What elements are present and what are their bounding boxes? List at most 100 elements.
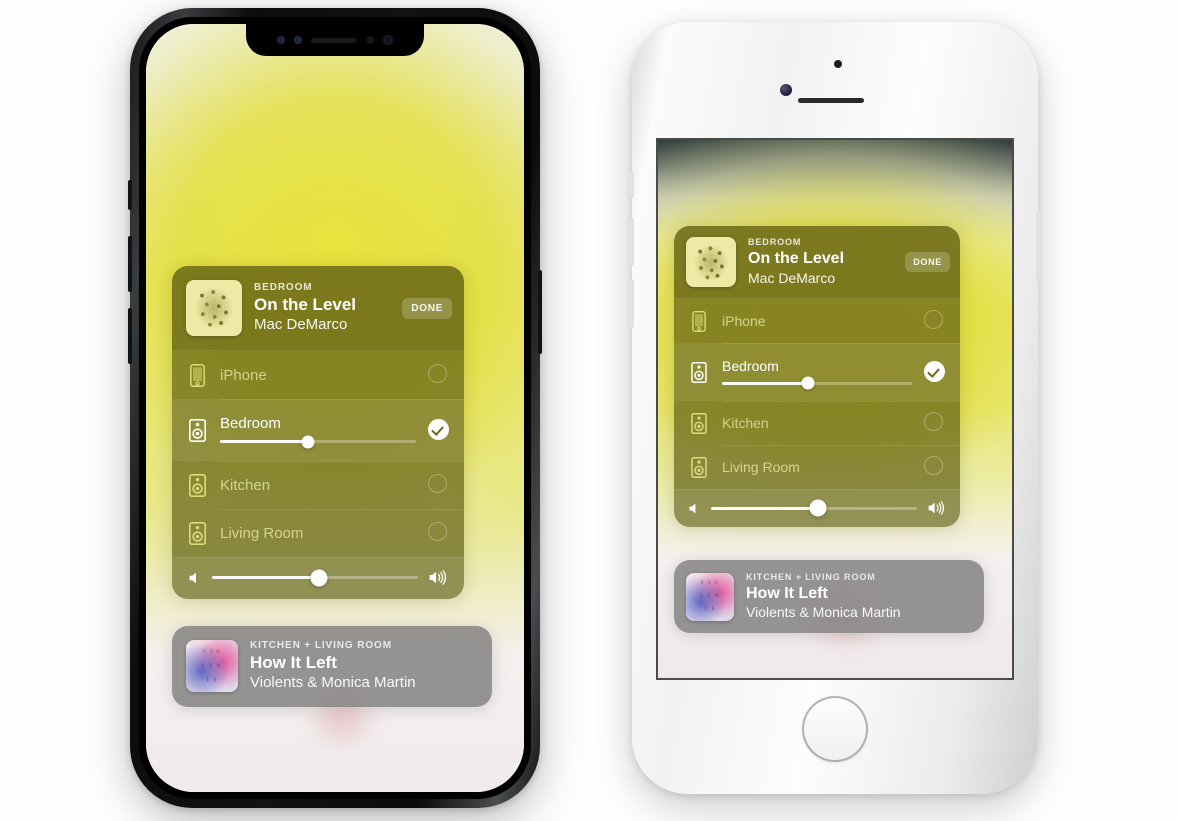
device-row-body: iPhone xyxy=(722,313,912,329)
device-name: Living Room xyxy=(220,524,304,542)
screenshot-canvas: BEDROOM On the Level Mac DeMarco DONE iP… xyxy=(0,0,1178,821)
bedroom-volume-slider[interactable] xyxy=(722,376,912,390)
now-playing-card-meta: KITCHEN + LIVING ROOM How It Left Violen… xyxy=(250,640,478,693)
volume-high-icon xyxy=(927,501,946,515)
volume-down-button[interactable] xyxy=(128,308,132,364)
airplay-header: BEDROOM On the Level Mac DeMarco DONE xyxy=(674,226,960,299)
album-art-line: L E N xyxy=(201,663,223,669)
track-artist: Mac DeMarco xyxy=(254,315,348,333)
mute-switch[interactable] xyxy=(630,172,634,198)
device-row-bedroom[interactable]: Bedroom xyxy=(674,343,960,401)
speaker-icon xyxy=(186,473,208,497)
iphone-8-top-bezel xyxy=(632,22,1038,140)
playing-room-label: BEDROOM xyxy=(254,281,313,293)
done-button[interactable]: DONE xyxy=(402,297,452,319)
speaker-icon xyxy=(688,361,710,383)
device-row-kitchen[interactable]: Kitchen xyxy=(172,461,464,509)
front-camera-icon xyxy=(780,84,792,96)
master-volume-row xyxy=(674,489,960,527)
unchecked-circle-icon xyxy=(428,364,447,383)
iphone-x-bezel: BEDROOM On the Level Mac DeMarco DONE iP… xyxy=(139,17,531,799)
slider-knob[interactable] xyxy=(310,569,328,586)
volume-high-icon xyxy=(428,570,448,585)
device-select-toggle[interactable] xyxy=(428,474,450,496)
slider-knob[interactable] xyxy=(809,499,827,517)
slider-fill xyxy=(722,381,808,385)
iphone-icon xyxy=(688,310,710,332)
device-select-toggle[interactable] xyxy=(924,412,946,434)
album-art-line: T S xyxy=(704,607,716,613)
device-row-body: Kitchen xyxy=(722,415,912,431)
album-art-letters: V I O L E N T S xyxy=(186,640,238,692)
speaker-icon xyxy=(688,456,710,478)
device-row-bedroom[interactable]: Bedroom xyxy=(172,399,464,461)
album-art-line: V I O xyxy=(700,580,720,586)
iphone-x-device: BEDROOM On the Level Mac DeMarco DONE iP… xyxy=(128,8,542,808)
proximity-sensor-icon xyxy=(834,60,842,68)
how-it-left-album-art: V I O L E N T S xyxy=(186,640,238,693)
track-title: On the Level xyxy=(254,294,357,314)
volume-up-button[interactable] xyxy=(630,218,634,266)
device-select-toggle[interactable] xyxy=(924,361,946,383)
album-art-line: L E N xyxy=(699,594,721,600)
track-title: How It Left xyxy=(746,585,828,602)
album-art-artwork xyxy=(693,242,729,282)
mute-switch[interactable] xyxy=(128,180,132,210)
device-name: iPhone xyxy=(220,366,267,384)
unchecked-circle-icon xyxy=(924,456,943,475)
airplay-device-picker: BEDROOM On the Level Mac DeMarco DONE iP… xyxy=(674,226,960,527)
track-title: On the Level xyxy=(748,250,845,268)
bedroom-volume-slider[interactable] xyxy=(220,435,416,448)
flood-illuminator-icon xyxy=(294,36,302,44)
how-it-left-album-art: V I O L E N T S xyxy=(686,572,734,621)
now-playing-meta: BEDROOM On the Level Mac DeMarco xyxy=(254,282,390,335)
device-select-toggle[interactable] xyxy=(924,310,946,332)
device-select-toggle[interactable] xyxy=(428,419,450,441)
playing-rooms-label: KITCHEN + LIVING ROOM xyxy=(746,572,876,582)
slider-fill xyxy=(711,506,819,510)
device-select-toggle[interactable] xyxy=(924,456,946,478)
side-power-button[interactable] xyxy=(538,270,542,354)
device-row-body: Bedroom xyxy=(220,415,416,448)
slider-knob[interactable] xyxy=(301,435,315,448)
device-row-body: iPhone xyxy=(220,367,416,384)
proximity-sensor-icon xyxy=(366,36,374,44)
infrared-camera-icon xyxy=(277,36,285,44)
device-row-iphone[interactable]: iPhone xyxy=(172,351,464,399)
device-name: Bedroom xyxy=(722,357,779,374)
track-artist: Violents & Monica Martin xyxy=(250,674,416,692)
master-volume-slider[interactable] xyxy=(212,569,418,586)
done-button[interactable]: DONE xyxy=(905,252,950,272)
device-row-body: Bedroom xyxy=(722,357,912,390)
home-button[interactable] xyxy=(802,696,868,762)
album-art-line: T S xyxy=(206,678,218,684)
device-row-kitchen[interactable]: Kitchen xyxy=(674,401,960,445)
master-volume-slider[interactable] xyxy=(711,499,917,517)
checkmark-circle-icon xyxy=(924,361,945,382)
device-name: Kitchen xyxy=(722,415,769,431)
unchecked-circle-icon xyxy=(428,474,447,493)
device-row-living-room[interactable]: Living Room xyxy=(674,445,960,489)
speaker-icon xyxy=(186,521,208,545)
album-art-letters: V I O L E N T S xyxy=(686,573,734,621)
volume-down-button[interactable] xyxy=(630,280,634,328)
slider-knob[interactable] xyxy=(801,376,814,390)
unchecked-circle-icon xyxy=(924,412,943,431)
airplay-device-list: iPhone Bedroom Kitchen Living Room xyxy=(172,351,464,557)
on-the-level-album-art xyxy=(186,280,242,336)
device-select-toggle[interactable] xyxy=(428,364,450,386)
slider-fill xyxy=(220,440,309,443)
speaker-icon xyxy=(186,418,208,442)
side-power-button[interactable] xyxy=(1036,210,1040,280)
checkmark-circle-icon xyxy=(428,419,449,440)
device-name: iPhone xyxy=(722,313,766,329)
playing-room-label: BEDROOM xyxy=(748,237,802,248)
device-row-living-room[interactable]: Living Room xyxy=(172,509,464,557)
now-playing-card-other-rooms[interactable]: V I O L E N T S KITCHEN + LIVING ROOM Ho… xyxy=(172,626,492,707)
album-art-artwork xyxy=(193,286,235,330)
device-select-toggle[interactable] xyxy=(428,522,450,544)
device-row-iphone[interactable]: iPhone xyxy=(674,299,960,343)
now-playing-card-other-rooms[interactable]: V I O L E N T S KITCHEN + LIVING ROOM Ho… xyxy=(674,560,984,634)
volume-up-button[interactable] xyxy=(128,236,132,292)
track-title: How It Left xyxy=(250,653,337,672)
